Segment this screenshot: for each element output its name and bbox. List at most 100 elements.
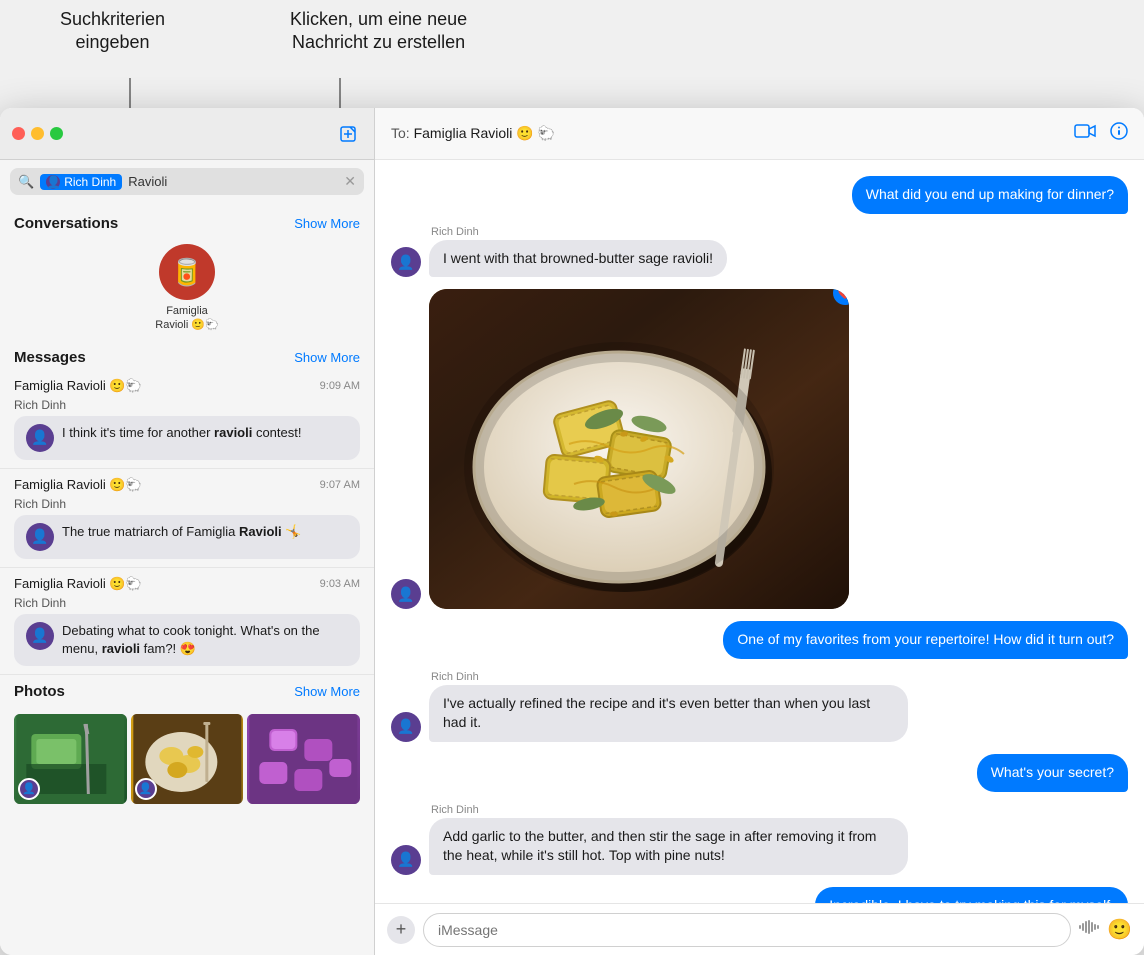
photo-3-image: [247, 714, 360, 804]
messages-scroll[interactable]: What did you end up making for dinner? 👤…: [375, 160, 1144, 903]
chat-avatar-rich-1: 👤: [391, 247, 421, 277]
compose-button[interactable]: [334, 120, 362, 148]
message-item-1[interactable]: Famiglia Ravioli 🙂🐑 9:09 AM Rich Dinh 👤 …: [0, 370, 374, 469]
ravioli-svg: [429, 289, 849, 609]
photos-section-header: Photos Show More: [0, 675, 374, 704]
chat-header: To: Famiglia Ravioli 🙂 🐑: [375, 108, 1144, 160]
add-attachment-button[interactable]: +: [387, 916, 415, 944]
annotation-search: Suchkriterien eingeben: [60, 8, 165, 55]
msg-group-name-2: Famiglia Ravioli 🙂🐑: [14, 477, 142, 493]
msg-text-2: The true matriarch of Famiglia Ravioli 🤸: [62, 523, 301, 541]
search-clear-icon[interactable]: ✕: [344, 173, 356, 190]
chat-area: To: Famiglia Ravioli 🙂 🐑: [375, 108, 1144, 955]
sidebar: 🔍 👤 Rich Dinh Ravioli ✕ Conversations Sh…: [0, 108, 375, 955]
chat-recipient-emojis: 🙂 🐑: [516, 125, 555, 141]
messages-section-header: Messages Show More: [0, 341, 374, 370]
msg-header-2: Famiglia Ravioli 🙂🐑 9:07 AM: [14, 477, 360, 493]
chat-bubble-in-3: Add garlic to the butter, and then stir …: [429, 818, 908, 875]
chat-msg-incoming-1: 👤 Rich Dinh I went with that browned-but…: [391, 226, 1128, 278]
chat-msg-outgoing-1: What did you end up making for dinner?: [391, 176, 1128, 214]
chat-header-actions: [1074, 122, 1128, 145]
photo-thumb-3[interactable]: [247, 714, 360, 804]
ravioli-image: [429, 289, 849, 609]
messages-show-more[interactable]: Show More: [294, 350, 360, 365]
photo-thumb-2[interactable]: 👤: [131, 714, 244, 804]
sidebar-content: Conversations Show More 🥫 FamigliaRaviol…: [0, 203, 374, 955]
chat-bubble-wrap-out-1: What did you end up making for dinner?: [852, 176, 1128, 214]
msg-sender-3: Rich Dinh: [14, 596, 360, 610]
chat-bubble-wrap-out-4: Incredible. I have to try making this fo…: [815, 887, 1128, 903]
msg-bubble-2: 👤 The true matriarch of Famiglia Ravioli…: [14, 515, 360, 559]
msg-text-1: I think it's time for another ravioli co…: [62, 424, 301, 442]
chat-msg-outgoing-3: What's your secret?: [391, 754, 1128, 792]
sidebar-toolbar: [0, 108, 374, 160]
chat-avatar-rich-img: 👤: [391, 579, 421, 609]
maximize-button[interactable]: [50, 127, 63, 140]
message-item-2[interactable]: Famiglia Ravioli 🙂🐑 9:07 AM Rich Dinh 👤 …: [0, 469, 374, 568]
sender-name-3: Rich Dinh: [431, 804, 479, 816]
chat-bubble-wrap-out-3: What's your secret?: [977, 754, 1128, 792]
sender-name-2: Rich Dinh: [431, 671, 479, 683]
chat-bubble-wrap-in-3: Rich Dinh Add garlic to the butter, and …: [429, 804, 908, 875]
chat-bubble-in-1: I went with that browned-butter sage rav…: [429, 240, 727, 278]
chat-bubble-out-4: Incredible. I have to try making this fo…: [815, 887, 1128, 903]
search-icon: 🔍: [18, 174, 34, 190]
photo-avatar-2: 👤: [135, 778, 157, 800]
traffic-lights: [12, 127, 63, 140]
conversations-section-header: Conversations Show More: [0, 207, 374, 236]
msg-sender-2: Rich Dinh: [14, 497, 360, 511]
conversation-item[interactable]: 🥫 FamigliaRavioli 🙂🐑: [0, 236, 374, 341]
search-bar[interactable]: 🔍 👤 Rich Dinh Ravioli ✕: [10, 168, 364, 195]
message-item-3[interactable]: Famiglia Ravioli 🙂🐑 9:03 AM Rich Dinh 👤 …: [0, 568, 374, 675]
chat-to-label: To: Famiglia Ravioli 🙂 🐑: [391, 125, 555, 141]
audio-icon[interactable]: [1079, 919, 1099, 940]
msg-bubble-1: 👤 I think it's time for another ravioli …: [14, 416, 360, 460]
chat-bubble-out-3: What's your secret?: [977, 754, 1128, 792]
msg-bubble-3: 👤 Debating what to cook tonight. What's …: [14, 614, 360, 666]
search-tag: 👤 Rich Dinh: [40, 174, 122, 190]
video-call-icon[interactable]: [1074, 123, 1096, 144]
chat-bubble-wrap-out-2: One of my favorites from your repertoire…: [723, 621, 1128, 659]
conv-avatar: 🥫: [159, 244, 215, 300]
minimize-button[interactable]: [31, 127, 44, 140]
annotation-arrows: [0, 0, 1144, 108]
search-tag-label: Rich Dinh: [64, 175, 116, 189]
msg-avatar-2: 👤: [26, 523, 54, 551]
chat-msg-incoming-3: 👤 Rich Dinh Add garlic to the butter, an…: [391, 804, 1128, 875]
chat-recipient-name: Famiglia Ravioli: [414, 125, 513, 141]
message-input[interactable]: [423, 913, 1071, 947]
photo-thumb-1[interactable]: 👤: [14, 714, 127, 804]
search-tag-avatar: 👤: [46, 175, 60, 189]
msg-time-3: 9:03 AM: [320, 578, 360, 590]
msg-time-1: 9:09 AM: [320, 380, 360, 392]
search-input-text[interactable]: Ravioli: [128, 174, 338, 189]
chat-image-bubble: ❤️: [429, 289, 849, 609]
msg-avatar-1: 👤: [26, 424, 54, 452]
msg-avatar-3: 👤: [26, 622, 54, 650]
msg-sender-1: Rich Dinh: [14, 398, 360, 412]
chat-input-bar: + 🙂: [375, 903, 1144, 955]
chat-bubble-out-1: What did you end up making for dinner?: [852, 176, 1128, 214]
msg-time-2: 9:07 AM: [320, 479, 360, 491]
conversations-title: Conversations: [14, 215, 118, 232]
photos-grid: 👤 👤: [14, 714, 360, 804]
chat-recipient-info: To: Famiglia Ravioli 🙂 🐑: [391, 125, 555, 143]
conversations-show-more[interactable]: Show More: [294, 216, 360, 231]
chat-msg-image: 👤: [391, 289, 1128, 609]
chat-avatar-rich-3: 👤: [391, 845, 421, 875]
close-button[interactable]: [12, 127, 25, 140]
photos-show-more[interactable]: Show More: [294, 684, 360, 699]
msg-group-name-1: Famiglia Ravioli 🙂🐑: [14, 378, 142, 394]
msg-group-name-3: Famiglia Ravioli 🙂🐑: [14, 576, 142, 592]
emoji-icon[interactable]: 🙂: [1107, 917, 1132, 942]
chat-msg-outgoing-4: Incredible. I have to try making this fo…: [391, 887, 1128, 903]
info-icon[interactable]: [1110, 122, 1128, 145]
msg-header-3: Famiglia Ravioli 🙂🐑 9:03 AM: [14, 576, 360, 592]
chat-msg-outgoing-2: One of my favorites from your repertoire…: [391, 621, 1128, 659]
conv-name: FamigliaRavioli 🙂🐑: [155, 304, 218, 333]
annotations-area: Suchkriterien eingeben Klicken, um eine …: [0, 0, 1144, 108]
photo-avatar-1: 👤: [18, 778, 40, 800]
sender-name-1: Rich Dinh: [431, 226, 479, 238]
messages-title: Messages: [14, 349, 86, 366]
chat-bubble-wrap-in-2: Rich Dinh I've actually refined the reci…: [429, 671, 908, 742]
